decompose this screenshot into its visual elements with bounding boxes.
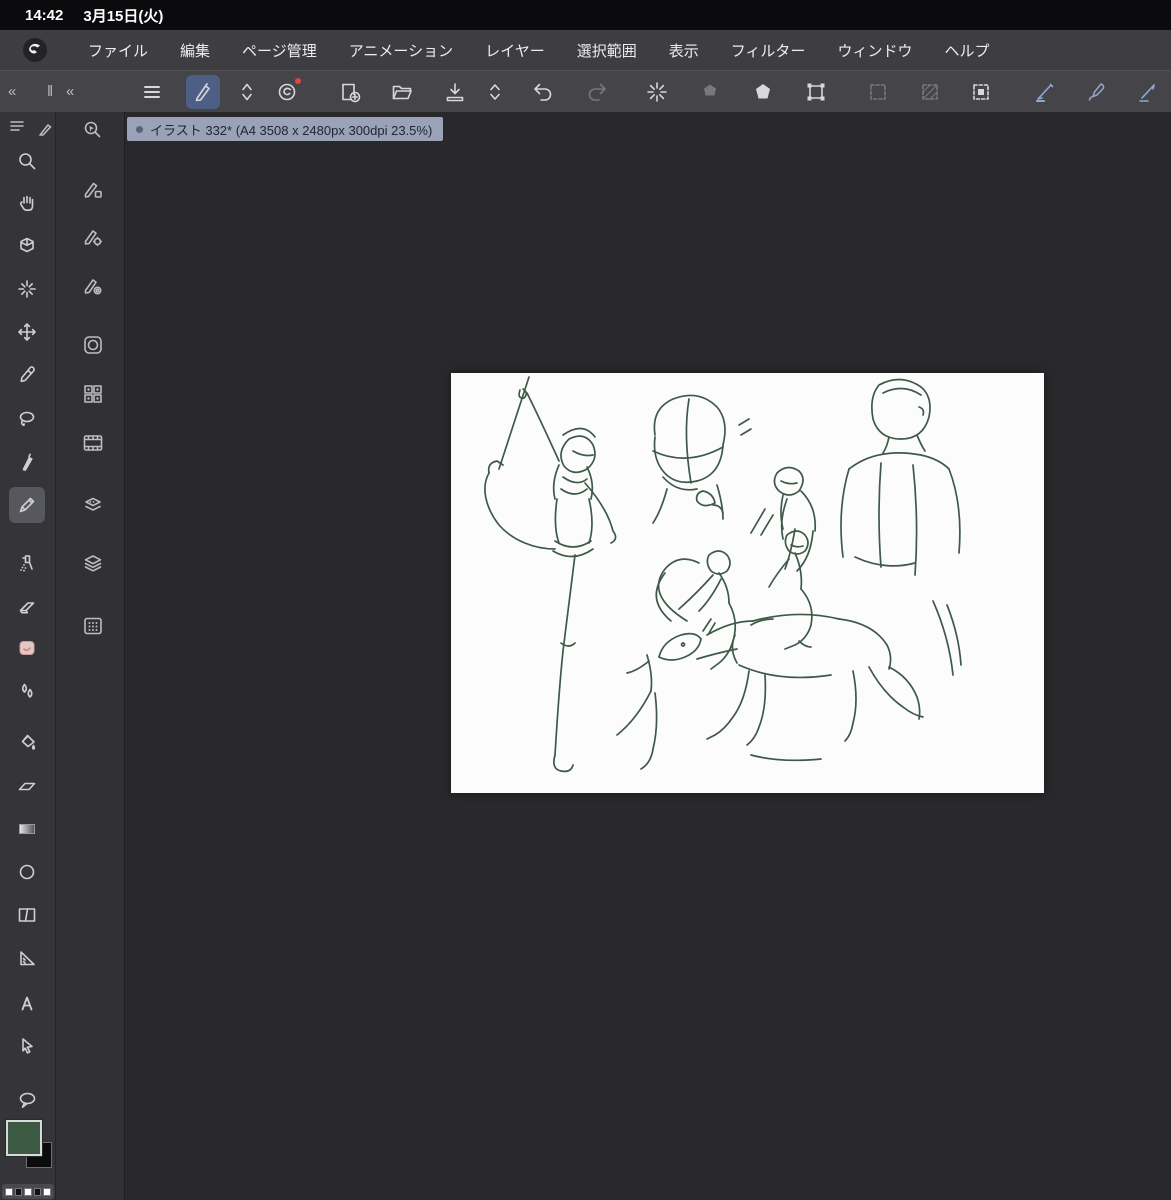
sub-tool-detail-icon[interactable] — [77, 222, 109, 254]
status-bar: 14:42 3月15日(火) — [0, 0, 1171, 30]
layer-property-icon[interactable] — [77, 490, 109, 522]
clip-studio-icon[interactable] — [270, 75, 304, 109]
mini-swatch[interactable] — [5, 1188, 13, 1196]
menu-view[interactable]: 表示 — [669, 40, 699, 61]
undo-icon[interactable] — [526, 75, 560, 109]
text-tool-icon[interactable] — [11, 987, 43, 1019]
redo-icon — [580, 75, 614, 109]
pen-tool-icon[interactable] — [186, 75, 220, 109]
watercolor-tool-icon[interactable] — [11, 675, 43, 707]
collapse-left-icon-2[interactable]: « — [66, 81, 74, 103]
document-tab-label: イラスト 332* (A4 3508 x 2480px 300dpi 23.5%… — [150, 120, 432, 139]
transform-icon[interactable] — [799, 75, 833, 109]
airbrush-tool-icon[interactable] — [11, 547, 43, 579]
menu-window[interactable]: ウィンドウ — [837, 40, 912, 61]
line-correct-icon-2[interactable] — [1131, 75, 1165, 109]
mini-swatch[interactable] — [34, 1188, 42, 1196]
menu-edit[interactable]: 編集 — [180, 40, 210, 61]
3d-operation-tool-icon[interactable] — [11, 230, 43, 262]
palette-edit-icon[interactable] — [38, 122, 53, 142]
hand-tool-icon[interactable] — [11, 187, 43, 219]
menu-file[interactable]: ファイル — [88, 40, 148, 61]
drawing-canvas[interactable] — [451, 373, 1044, 793]
frame-border-tool-icon[interactable] — [11, 899, 43, 931]
size-stepper-icon[interactable] — [230, 75, 264, 109]
export-stepper-icon[interactable] — [478, 75, 512, 109]
quick-access-icon[interactable] — [77, 174, 109, 206]
brush-adjust-icon[interactable] — [1080, 75, 1114, 109]
object-operation-tool-icon[interactable] — [11, 1030, 43, 1062]
timeline-icon[interactable] — [77, 427, 109, 459]
menu-page-manage[interactable]: ページ管理 — [242, 40, 317, 61]
document-tab[interactable]: イラスト 332* (A4 3508 x 2480px 300dpi 23.5%… — [127, 117, 443, 141]
pencil-tool-icon[interactable] — [9, 487, 45, 523]
export-icon[interactable] — [438, 75, 472, 109]
foreground-color-swatch[interactable] — [6, 1120, 42, 1156]
pen-tool-icon[interactable] — [11, 446, 43, 478]
menu-bar: ファイル 編集 ページ管理 アニメーション レイヤー 選択範囲 表示 フィルター… — [0, 30, 1171, 70]
zoom-tool-icon[interactable] — [11, 145, 43, 177]
canvas-area[interactable]: イラスト 332* (A4 3508 x 2480px 300dpi 23.5%… — [125, 112, 1171, 1200]
menu-filter[interactable]: フィルター — [731, 40, 806, 61]
mini-swatch[interactable] — [43, 1188, 51, 1196]
fill-tool-icon[interactable] — [11, 726, 43, 758]
mini-swatch[interactable] — [15, 1188, 23, 1196]
navigator-icon[interactable] — [77, 114, 109, 146]
main-menu-icon[interactable] — [135, 75, 169, 109]
lasso-selection-tool-icon[interactable] — [11, 403, 43, 435]
palette-menu-icon[interactable] — [9, 118, 25, 139]
menu-selection[interactable]: 選択範囲 — [577, 40, 637, 61]
date: 3月15日(火) — [83, 5, 163, 26]
grip-handle-icon[interactable]: ‖ — [47, 81, 53, 103]
palette-dock — [56, 112, 125, 1200]
mini-swatch[interactable] — [24, 1188, 32, 1196]
figure-tool-icon[interactable] — [11, 856, 43, 888]
move-tool-icon[interactable] — [11, 316, 43, 348]
selection-outline-icon[interactable] — [964, 75, 998, 109]
sub-tool-icon[interactable] — [77, 271, 109, 303]
selection-fill-icon — [913, 75, 947, 109]
tool-palette — [0, 112, 56, 1200]
toolbar: « ‖ « — [0, 70, 1171, 112]
menu-animation[interactable]: アニメーション — [349, 40, 453, 61]
new-canvas-icon[interactable] — [333, 75, 367, 109]
collapse-left-icon[interactable]: « — [8, 81, 16, 103]
color-history-strip[interactable] — [2, 1184, 54, 1199]
layers-icon[interactable] — [77, 548, 109, 580]
solid-brush-icon[interactable] — [746, 75, 780, 109]
selection-marquee-icon — [861, 75, 895, 109]
material-icon[interactable] — [77, 610, 109, 642]
ruler-tool-icon[interactable] — [11, 942, 43, 974]
color-set-icon[interactable] — [77, 378, 109, 410]
processing-icon[interactable] — [640, 75, 674, 109]
eraser-tool-icon[interactable] — [11, 590, 43, 622]
gesture-sketch — [451, 373, 1044, 793]
open-file-icon[interactable] — [385, 75, 419, 109]
snap-icon — [693, 75, 727, 109]
menu-help[interactable]: ヘルプ — [944, 40, 989, 61]
auto-select-tool-icon[interactable] — [11, 273, 43, 305]
eyedropper-tool-icon[interactable] — [11, 359, 43, 391]
modified-indicator-dot — [136, 126, 143, 133]
notification-dot — [295, 78, 301, 84]
gradient-tool-icon[interactable] — [11, 813, 43, 845]
balloon-tool-icon[interactable] — [11, 1084, 43, 1116]
clock: 14:42 — [25, 7, 63, 24]
line-correct-icon[interactable] — [1028, 75, 1062, 109]
blend-tool-icon[interactable] — [11, 632, 43, 664]
tool-property-icon[interactable] — [77, 329, 109, 361]
flat-marker-tool-icon[interactable] — [11, 770, 43, 802]
menu-layer[interactable]: レイヤー — [485, 40, 545, 61]
clip-studio-logo-icon[interactable] — [22, 37, 48, 63]
